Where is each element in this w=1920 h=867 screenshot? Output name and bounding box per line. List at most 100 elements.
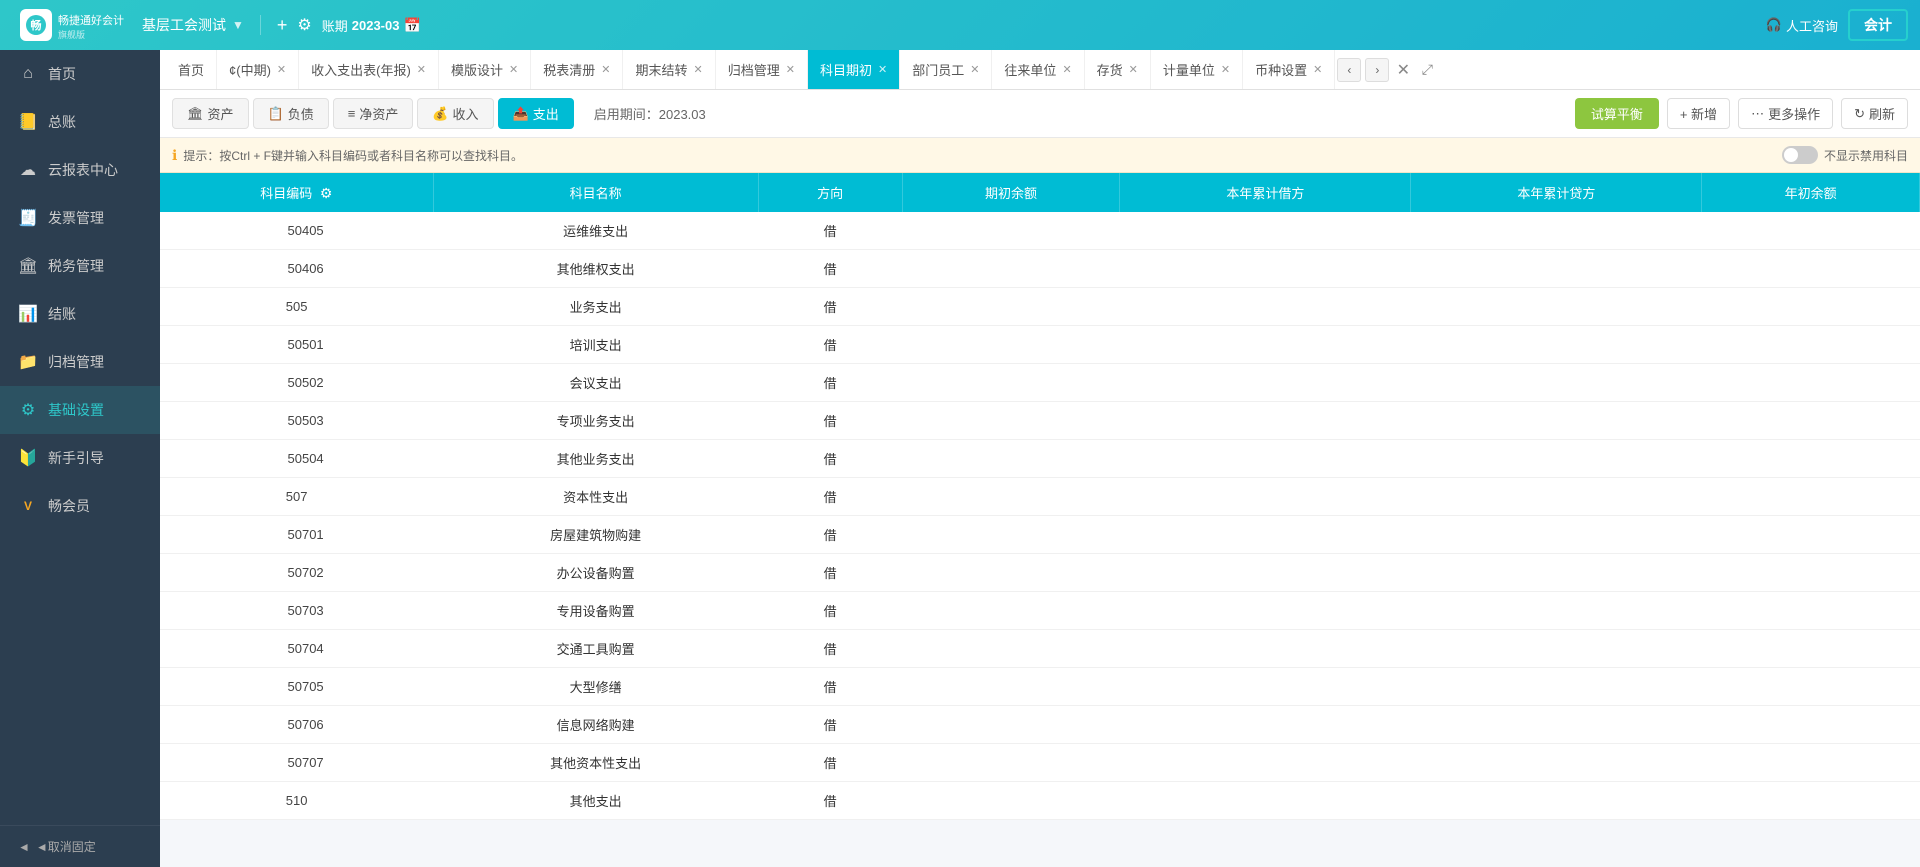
company-dropdown-icon: ▼ bbox=[232, 18, 244, 32]
sidebar-item-archive[interactable]: 📁 归档管理 bbox=[0, 338, 160, 386]
tab-archive[interactable]: 归档管理 ✕ bbox=[716, 50, 808, 90]
sidebar-item-settings[interactable]: ⚙ 基础设置 bbox=[0, 386, 160, 434]
table-row[interactable]: 50502会议支出借 bbox=[160, 364, 1920, 402]
table-row[interactable]: 50504其他业务支出借 bbox=[160, 440, 1920, 478]
tab-template[interactable]: 模版设计 ✕ bbox=[439, 50, 531, 90]
cell-credit bbox=[1411, 212, 1702, 250]
table-row[interactable]: 50702办公设备购置借 bbox=[160, 554, 1920, 592]
sub-tab-bar: 🏛 资产 📋 负债 ≡ 净资产 💰 收入 📤 支出 bbox=[160, 90, 1920, 138]
tab-close-icon[interactable]: ✕ bbox=[1221, 63, 1230, 76]
sidebar-item-ledger[interactable]: 📒 总账 bbox=[0, 98, 160, 146]
cell-name: 会议支出 bbox=[433, 364, 758, 402]
sidebar-item-checkout[interactable]: 📊 结账 bbox=[0, 290, 160, 338]
table-row[interactable]: 50703专用设备购置借 bbox=[160, 592, 1920, 630]
tab-close-icon[interactable]: ✕ bbox=[1129, 63, 1138, 76]
tab-unit[interactable]: 计量单位 ✕ bbox=[1151, 50, 1243, 90]
svg-text:畅: 畅 bbox=[31, 18, 42, 32]
sidebar-item-tax[interactable]: 🏛 税务管理 bbox=[0, 242, 160, 290]
tab-close-icon[interactable]: ✕ bbox=[1313, 63, 1322, 76]
table-row[interactable]: 50707其他资本性支出借 bbox=[160, 744, 1920, 782]
cell-debit bbox=[1120, 364, 1411, 402]
col-name: 科目名称 bbox=[433, 173, 758, 212]
tab-period-end[interactable]: 期末结转 ✕ bbox=[623, 50, 715, 90]
cell-balance bbox=[902, 592, 1120, 630]
tab-expand-button[interactable]: ⤢ bbox=[1415, 58, 1439, 82]
sidebar-item-member[interactable]: V 畅会员 bbox=[0, 482, 160, 530]
cell-code: 505 bbox=[160, 288, 433, 326]
tab-tax[interactable]: 税表清册 ✕ bbox=[531, 50, 623, 90]
tab-prev-button[interactable]: ‹ bbox=[1337, 58, 1361, 82]
sidebar-item-reports[interactable]: ☁ 云报表中心 bbox=[0, 146, 160, 194]
table-row[interactable]: 50406其他维权支出借 bbox=[160, 250, 1920, 288]
table-row[interactable]: 50701房屋建筑物购建借 bbox=[160, 516, 1920, 554]
add-button[interactable]: + 新增 bbox=[1667, 98, 1730, 129]
headphone-icon: 🎧 bbox=[1766, 17, 1782, 33]
table-header-row: 科目编码 ⚙ 科目名称 方向 期初余额 本年累计借方 本年累计贷方 年初余额 bbox=[160, 173, 1920, 212]
tab-close-icon[interactable]: ✕ bbox=[601, 63, 610, 76]
tab-currency[interactable]: 币种设置 ✕ bbox=[1243, 50, 1335, 90]
refresh-button[interactable]: ↻ 刷新 bbox=[1841, 98, 1908, 129]
settings-nav-icon: ⚙ bbox=[18, 400, 38, 420]
disable-toggle[interactable] bbox=[1782, 146, 1818, 164]
home-icon: ⌂ bbox=[18, 65, 38, 83]
tab-next-button[interactable]: › bbox=[1365, 58, 1389, 82]
cell-year-balance bbox=[1702, 212, 1920, 250]
tab-close-icon[interactable]: ✕ bbox=[277, 63, 286, 76]
subtab-asset[interactable]: 🏛 资产 bbox=[172, 98, 249, 129]
tab-close-icon[interactable]: ✕ bbox=[878, 63, 887, 76]
tab-partner-label: 往来单位 bbox=[1004, 60, 1056, 79]
tab-close-all-button[interactable]: ✕ bbox=[1391, 58, 1415, 82]
tax-icon: 🏛 bbox=[18, 256, 38, 276]
table-row[interactable]: 505业务支出借 bbox=[160, 288, 1920, 326]
sidebar-item-invoice[interactable]: 🧾 发票管理 bbox=[0, 194, 160, 242]
table-row[interactable]: 510其他支出借 bbox=[160, 782, 1920, 820]
subtab-income[interactable]: 💰 收入 bbox=[417, 98, 493, 129]
column-settings-icon[interactable]: ⚙ bbox=[320, 185, 333, 201]
sidebar-item-guide[interactable]: 🔰 新手引导 bbox=[0, 434, 160, 482]
table-row[interactable]: 50706信息网络购建借 bbox=[160, 706, 1920, 744]
add-company-button[interactable]: + bbox=[277, 15, 288, 36]
calendar-icon[interactable]: 📅 bbox=[403, 17, 420, 34]
cell-code: 50701 bbox=[160, 516, 433, 554]
tab-stock[interactable]: 存货 ✕ bbox=[1085, 50, 1151, 90]
income-icon: 💰 bbox=[432, 106, 448, 122]
sidebar-item-home[interactable]: ⌂ 首页 bbox=[0, 50, 160, 98]
tab-close-icon[interactable]: ✕ bbox=[417, 63, 426, 76]
table-row[interactable]: 50705大型修缮借 bbox=[160, 668, 1920, 706]
tab-period[interactable]: ¢(中期) ✕ bbox=[217, 50, 299, 90]
table-row[interactable]: 50501培训支出借 bbox=[160, 326, 1920, 364]
table-row[interactable]: 50503专项业务支出借 bbox=[160, 402, 1920, 440]
sidebar-item-label: 畅会员 bbox=[48, 496, 90, 516]
more-button[interactable]: ⋯ 更多操作 bbox=[1738, 98, 1833, 129]
tab-archive-label: 归档管理 bbox=[728, 60, 780, 79]
cell-credit bbox=[1411, 364, 1702, 402]
cell-code: 50502 bbox=[160, 364, 433, 402]
tab-close-icon[interactable]: ✕ bbox=[694, 63, 703, 76]
tab-dept[interactable]: 部门员工 ✕ bbox=[900, 50, 992, 90]
table-row[interactable]: 50405运维维支出借 bbox=[160, 212, 1920, 250]
cell-direction: 借 bbox=[758, 364, 902, 402]
subtab-liability[interactable]: 📋 负债 bbox=[253, 98, 329, 129]
tab-income[interactable]: 收入支出表(年报) ✕ bbox=[299, 50, 439, 90]
subtab-expenditure[interactable]: 📤 支出 bbox=[498, 98, 574, 129]
service-button[interactable]: 🎧 人工咨询 bbox=[1766, 16, 1838, 35]
company-name[interactable]: 基层工会测试 ▼ bbox=[142, 15, 244, 35]
tab-close-icon[interactable]: ✕ bbox=[1062, 63, 1071, 76]
tab-close-icon[interactable]: ✕ bbox=[786, 63, 795, 76]
sidebar-collapse-button[interactable]: ◄ ◄取消固定 bbox=[0, 825, 160, 867]
cell-direction: 借 bbox=[758, 288, 902, 326]
table-row[interactable]: 507资本性支出借 bbox=[160, 478, 1920, 516]
tab-home[interactable]: 首页 bbox=[166, 50, 217, 90]
tab-close-icon[interactable]: ✕ bbox=[970, 63, 979, 76]
table-row[interactable]: 50704交通工具购置借 bbox=[160, 630, 1920, 668]
tab-subject[interactable]: 科目期初 ✕ bbox=[808, 50, 900, 90]
balance-button[interactable]: 试算平衡 bbox=[1575, 98, 1659, 129]
account-button[interactable]: 会计 bbox=[1848, 9, 1908, 41]
subtab-net-asset[interactable]: ≡ 净资产 bbox=[333, 98, 414, 129]
settings-icon[interactable]: ⚙ bbox=[297, 15, 311, 35]
tab-home-label: 首页 bbox=[178, 60, 204, 79]
tab-partner[interactable]: 往来单位 ✕ bbox=[992, 50, 1084, 90]
page-content: 🏛 资产 📋 负债 ≡ 净资产 💰 收入 📤 支出 bbox=[160, 90, 1920, 867]
cell-code: 50703 bbox=[160, 592, 433, 630]
tab-close-icon[interactable]: ✕ bbox=[509, 63, 518, 76]
